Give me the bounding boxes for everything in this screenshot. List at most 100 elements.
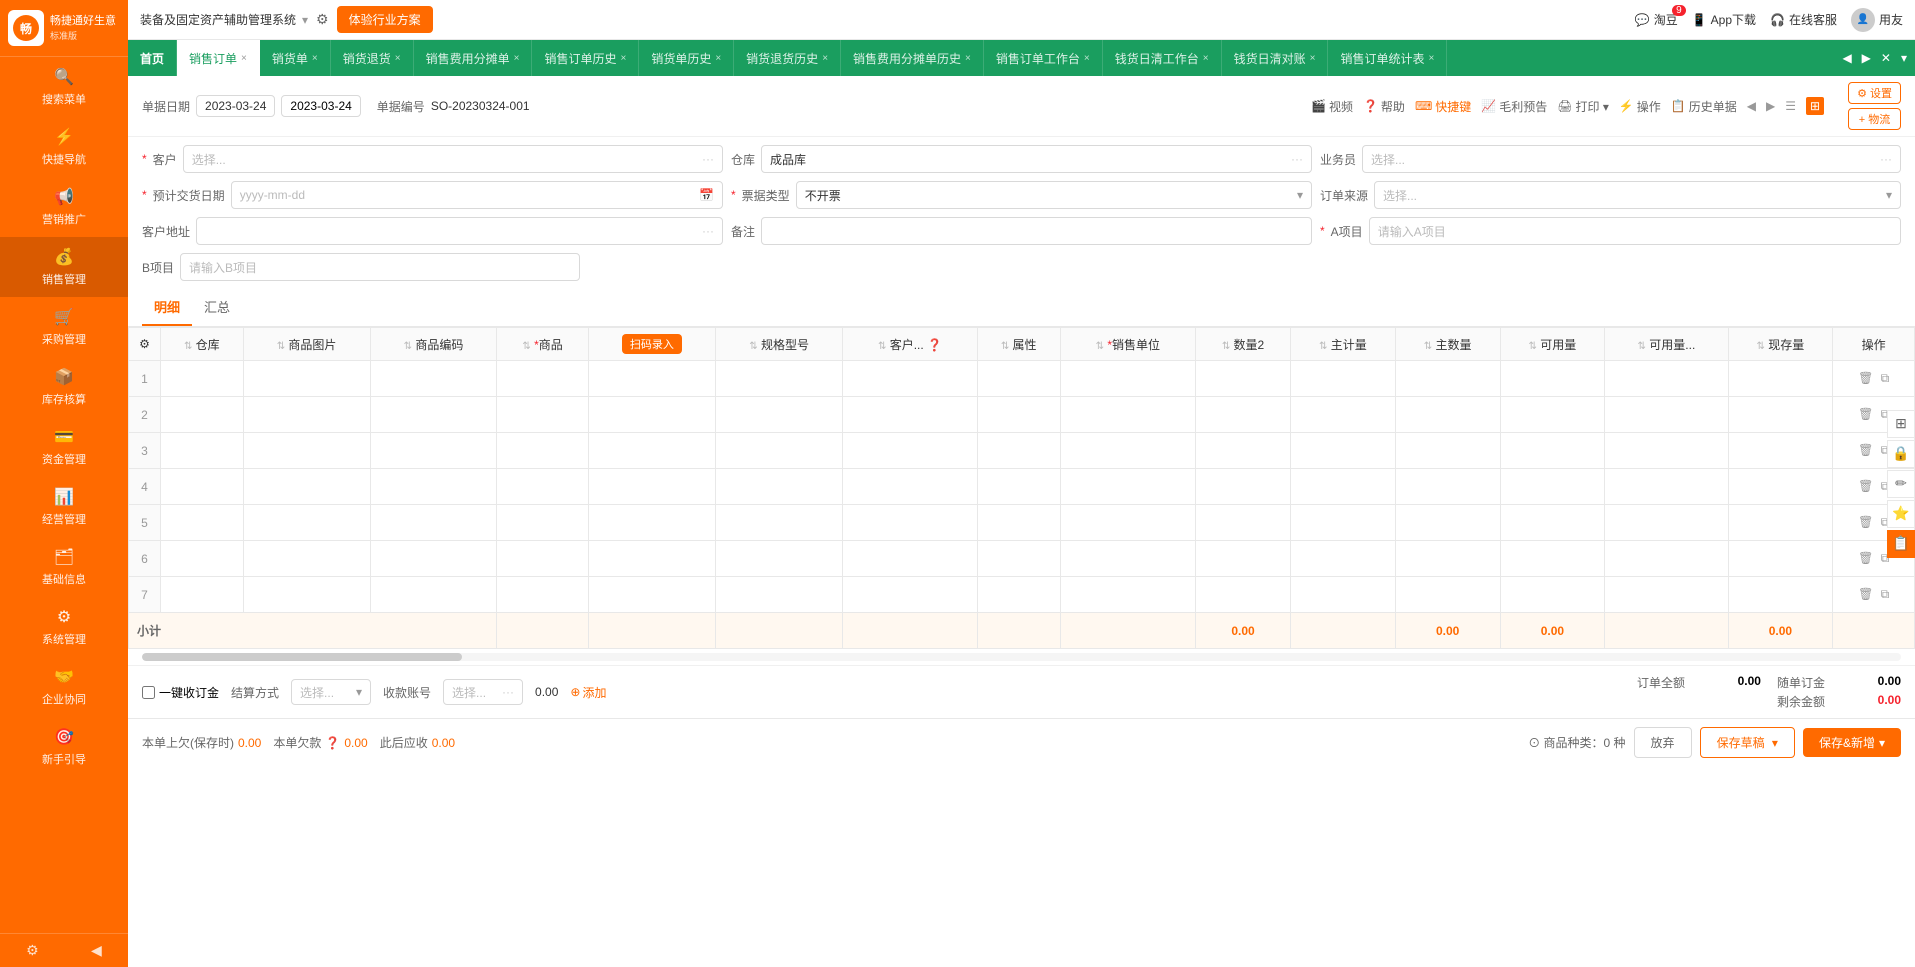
list-view-icon[interactable]: ☰ xyxy=(1785,99,1796,113)
cell-2-2[interactable] xyxy=(370,397,497,433)
add-payment-btn[interactable]: ⊕ 添加 xyxy=(570,684,606,701)
float-btn-3[interactable]: ✏ xyxy=(1887,470,1915,498)
cell-5-5[interactable] xyxy=(716,505,843,541)
cell-4-14[interactable] xyxy=(1728,469,1833,505)
cell-4-7[interactable] xyxy=(977,469,1060,505)
delete-icon-2[interactable]: 🗑 xyxy=(1858,407,1873,421)
float-btn-1[interactable]: ⊞ xyxy=(1887,410,1915,438)
cell-6-10[interactable] xyxy=(1291,541,1396,577)
cell-4-10[interactable] xyxy=(1291,469,1396,505)
cell-3-10[interactable] xyxy=(1291,433,1396,469)
date-value[interactable]: 2023-03-24 xyxy=(196,95,275,117)
sidebar-collapse-icon[interactable]: ◀ xyxy=(91,942,102,959)
profit-btn[interactable]: 📈 毛利预告 xyxy=(1481,98,1547,115)
cell-5-2[interactable] xyxy=(370,505,497,541)
b-project-input[interactable]: 请输入B项目 xyxy=(180,253,580,281)
tab-close-10[interactable]: × xyxy=(1203,53,1209,64)
tabs-menu-btn[interactable]: ▾ xyxy=(1897,49,1911,67)
cell-1-4[interactable] xyxy=(588,361,715,397)
float-btn-5[interactable]: 📋 xyxy=(1887,530,1915,558)
tab-6[interactable]: 销货单历史 × xyxy=(639,40,734,76)
sidebar-item-7[interactable]: 📊经营管理 xyxy=(0,477,128,537)
sidebar-item-2[interactable]: 📢营销推广 xyxy=(0,177,128,237)
cell-4-13[interactable] xyxy=(1605,469,1728,505)
cell-2-6[interactable] xyxy=(843,397,978,433)
cell-3-1[interactable] xyxy=(243,433,370,469)
cell-5-1[interactable] xyxy=(243,505,370,541)
cell-3-5[interactable] xyxy=(716,433,843,469)
topbar-user[interactable]: 👤 用友 xyxy=(1851,8,1903,32)
cell-7-12[interactable] xyxy=(1500,577,1605,613)
cell-6-11[interactable] xyxy=(1395,541,1500,577)
help-btn[interactable]: ❓ 帮助 xyxy=(1363,98,1405,115)
cell-4-0[interactable] xyxy=(161,469,244,505)
cell-4-1[interactable] xyxy=(243,469,370,505)
operation-btn[interactable]: ⚡ 操作 xyxy=(1619,98,1661,115)
cell-6-2[interactable] xyxy=(370,541,497,577)
cell-1-5[interactable] xyxy=(716,361,843,397)
tab-0[interactable]: 首页 xyxy=(128,40,177,76)
cell-1-10[interactable] xyxy=(1291,361,1396,397)
nav-next-icon[interactable]: ▶ xyxy=(1766,99,1775,113)
delete-icon-6[interactable]: 🗑 xyxy=(1858,551,1873,565)
tab-4[interactable]: 销售费用分摊单 × xyxy=(414,40,533,76)
sidebar-item-0[interactable]: 🔍搜索菜单 xyxy=(0,57,128,117)
cell-6-8[interactable] xyxy=(1060,541,1196,577)
history-btn[interactable]: 📋 历史单据 xyxy=(1671,98,1737,115)
tab-close-11[interactable]: × xyxy=(1310,53,1316,64)
cell-7-13[interactable] xyxy=(1605,577,1728,613)
tab-close-12[interactable]: × xyxy=(1428,53,1434,64)
cell-5-9[interactable] xyxy=(1196,505,1291,541)
cell-7-11[interactable] xyxy=(1395,577,1500,613)
logistics-btn[interactable]: + 物流 xyxy=(1848,108,1901,130)
tab-2[interactable]: 销货单 × xyxy=(260,40,331,76)
cell-7-8[interactable] xyxy=(1060,577,1196,613)
sidebar-item-6[interactable]: 💳资金管理 xyxy=(0,417,128,477)
cell-1-6[interactable] xyxy=(843,361,978,397)
video-btn[interactable]: 🎬 视频 xyxy=(1311,98,1353,115)
tab-summary[interactable]: 汇总 xyxy=(192,289,242,326)
copy-icon-1[interactable]: ⧉ xyxy=(1881,371,1890,385)
cell-1-7[interactable] xyxy=(977,361,1060,397)
cell-1-2[interactable] xyxy=(370,361,497,397)
cell-6-14[interactable] xyxy=(1728,541,1833,577)
cell-3-7[interactable] xyxy=(977,433,1060,469)
sidebar-item-9[interactable]: ⚙系统管理 xyxy=(0,597,128,657)
cell-7-0[interactable] xyxy=(161,577,244,613)
cell-2-12[interactable] xyxy=(1500,397,1605,433)
cell-7-4[interactable] xyxy=(588,577,715,613)
order-source-input[interactable]: 选择... ▾ xyxy=(1374,181,1901,209)
scan-button[interactable]: 扫码录入 xyxy=(622,334,682,354)
cell-1-12[interactable] xyxy=(1500,361,1605,397)
tab-1[interactable]: 销售订单 × xyxy=(177,40,260,76)
ticket-input[interactable]: 不开票 ▾ xyxy=(796,181,1312,209)
cell-2-1[interactable] xyxy=(243,397,370,433)
cell-3-8[interactable] xyxy=(1060,433,1196,469)
a-project-input[interactable]: 请输入A项目 xyxy=(1369,217,1901,245)
cell-7-1[interactable] xyxy=(243,577,370,613)
note-input[interactable] xyxy=(761,217,1312,245)
float-btn-2[interactable]: 🔒 xyxy=(1887,440,1915,468)
cell-4-3[interactable] xyxy=(497,469,588,505)
cell-5-0[interactable] xyxy=(161,505,244,541)
topbar-support[interactable]: 🎧 在线客服 xyxy=(1770,11,1837,28)
cell-3-0[interactable] xyxy=(161,433,244,469)
sidebar-item-5[interactable]: 📦库存核算 xyxy=(0,357,128,417)
print-btn[interactable]: 🖨 打印 ▾ xyxy=(1557,98,1609,115)
cell-2-7[interactable] xyxy=(977,397,1060,433)
save-new-button[interactable]: 保存&新增 ▾ xyxy=(1803,728,1901,757)
sidebar-item-1[interactable]: ⚡快捷导航 xyxy=(0,117,128,177)
cell-3-2[interactable] xyxy=(370,433,497,469)
delete-icon-7[interactable]: 🗑 xyxy=(1858,587,1873,601)
discard-button[interactable]: 放弃 xyxy=(1634,727,1692,758)
cell-2-0[interactable] xyxy=(161,397,244,433)
customer-input[interactable]: 选择... ··· xyxy=(183,145,723,173)
tab-close-1[interactable]: × xyxy=(241,53,247,64)
cell-7-5[interactable] xyxy=(716,577,843,613)
cell-3-9[interactable] xyxy=(1196,433,1291,469)
tab-close-7[interactable]: × xyxy=(822,53,828,64)
sidebar-settings-icon[interactable]: ⚙ xyxy=(26,942,39,959)
tab-7[interactable]: 销货退货历史 × xyxy=(734,40,841,76)
cell-1-14[interactable] xyxy=(1728,361,1833,397)
sidebar-item-3[interactable]: 💰销售管理 xyxy=(0,237,128,297)
